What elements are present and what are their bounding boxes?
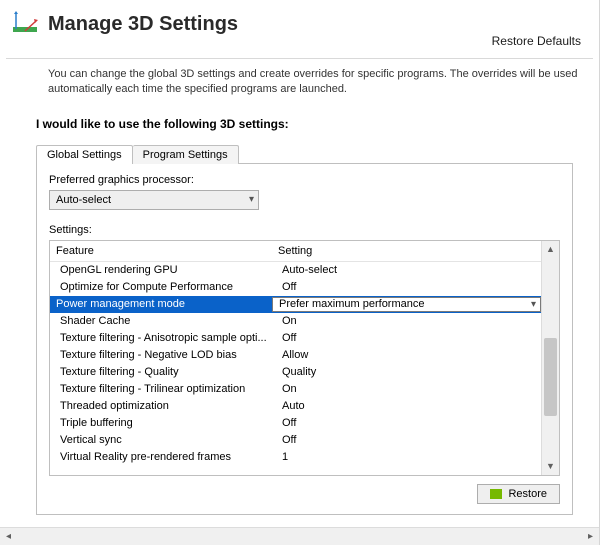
- scroll-track[interactable]: [542, 258, 559, 458]
- tab-bar: Global Settings Program Settings: [36, 141, 573, 163]
- feature-cell: Power management mode: [50, 298, 272, 310]
- scroll-left-icon[interactable]: ◂: [0, 528, 17, 545]
- chevron-down-icon: ▾: [249, 194, 254, 205]
- window: Manage 3D Settings Restore Defaults You …: [0, 0, 600, 545]
- feature-cell: Optimize for Compute Performance: [50, 281, 276, 293]
- feature-cell: OpenGL rendering GPU: [50, 264, 276, 276]
- feature-cell: Virtual Reality pre-rendered frames: [50, 451, 276, 463]
- vertical-scrollbar[interactable]: ▲ ▼: [541, 241, 559, 475]
- setting-cell: 1: [276, 451, 541, 463]
- feature-cell: Texture filtering - Anisotropic sample o…: [50, 332, 276, 344]
- horizontal-scrollbar[interactable]: ◂ ▸: [0, 527, 599, 545]
- tab-program-settings[interactable]: Program Settings: [133, 145, 239, 164]
- processor-value: Auto-select: [56, 194, 111, 206]
- feature-cell: Shader Cache: [50, 315, 276, 327]
- settings-label: Settings:: [49, 224, 560, 236]
- hscroll-track[interactable]: [17, 528, 582, 545]
- scroll-thumb[interactable]: [544, 338, 557, 416]
- tab-global-settings[interactable]: Global Settings: [36, 145, 133, 164]
- feature-cell: Texture filtering - Quality: [50, 366, 276, 378]
- feature-cell: Vertical sync: [50, 434, 276, 446]
- setting-cell: Off: [276, 434, 541, 446]
- setting-cell: Quality: [276, 366, 541, 378]
- chevron-down-icon: ▾: [531, 299, 536, 310]
- setting-cell: On: [276, 383, 541, 395]
- table-row[interactable]: Virtual Reality pre-rendered frames1: [50, 449, 541, 466]
- setting-cell: Auto-select: [276, 264, 541, 276]
- table-row[interactable]: Vertical syncOff: [50, 432, 541, 449]
- app-logo: [10, 9, 40, 39]
- table-row[interactable]: Optimize for Compute PerformanceOff: [50, 279, 541, 296]
- table-row[interactable]: Threaded optimizationAuto: [50, 398, 541, 415]
- setting-cell: Off: [276, 417, 541, 429]
- table-row[interactable]: Texture filtering - Negative LOD biasAll…: [50, 347, 541, 364]
- setting-cell: Off: [276, 332, 541, 344]
- setting-cell: Allow: [276, 349, 541, 361]
- feature-cell: Texture filtering - Negative LOD bias: [50, 349, 276, 361]
- nvidia-icon: [490, 489, 502, 499]
- setting-cell: Off: [276, 281, 541, 293]
- table-row[interactable]: Shader CacheOn: [50, 313, 541, 330]
- restore-button-label: Restore: [508, 488, 547, 500]
- processor-select[interactable]: Auto-select ▾: [49, 190, 259, 210]
- processor-label: Preferred graphics processor:: [49, 174, 560, 186]
- section-heading: I would like to use the following 3D set…: [0, 101, 599, 141]
- table-row[interactable]: Texture filtering - Anisotropic sample o…: [50, 330, 541, 347]
- feature-cell: Threaded optimization: [50, 400, 276, 412]
- restore-defaults-link[interactable]: Restore Defaults: [492, 34, 581, 48]
- feature-cell: Triple buffering: [50, 417, 276, 429]
- column-setting: Setting: [272, 245, 541, 257]
- table-row[interactable]: Power management modePrefer maximum perf…: [50, 296, 541, 313]
- tab-content: Preferred graphics processor: Auto-selec…: [36, 163, 573, 515]
- feature-cell: Texture filtering - Trilinear optimizati…: [50, 383, 276, 395]
- settings-grid: Feature Setting OpenGL rendering GPUAuto…: [49, 240, 560, 476]
- scroll-up-icon[interactable]: ▲: [542, 241, 559, 258]
- table-row[interactable]: Triple bufferingOff: [50, 415, 541, 432]
- setting-cell: Auto: [276, 400, 541, 412]
- settings-panel: Global Settings Program Settings Preferr…: [36, 141, 573, 515]
- grid-header: Feature Setting: [50, 241, 541, 262]
- table-row[interactable]: Texture filtering - Trilinear optimizati…: [50, 381, 541, 398]
- restore-button[interactable]: Restore: [477, 484, 560, 504]
- scroll-down-icon[interactable]: ▼: [542, 458, 559, 475]
- scroll-right-icon[interactable]: ▸: [582, 528, 599, 545]
- table-row[interactable]: Texture filtering - QualityQuality: [50, 364, 541, 381]
- setting-cell[interactable]: Prefer maximum performance▾: [272, 297, 541, 312]
- column-feature: Feature: [50, 245, 272, 257]
- table-row[interactable]: OpenGL rendering GPUAuto-select: [50, 262, 541, 279]
- page-title: Manage 3D Settings: [48, 13, 238, 36]
- setting-cell: On: [276, 315, 541, 327]
- intro-text: You can change the global 3D settings an…: [0, 59, 599, 101]
